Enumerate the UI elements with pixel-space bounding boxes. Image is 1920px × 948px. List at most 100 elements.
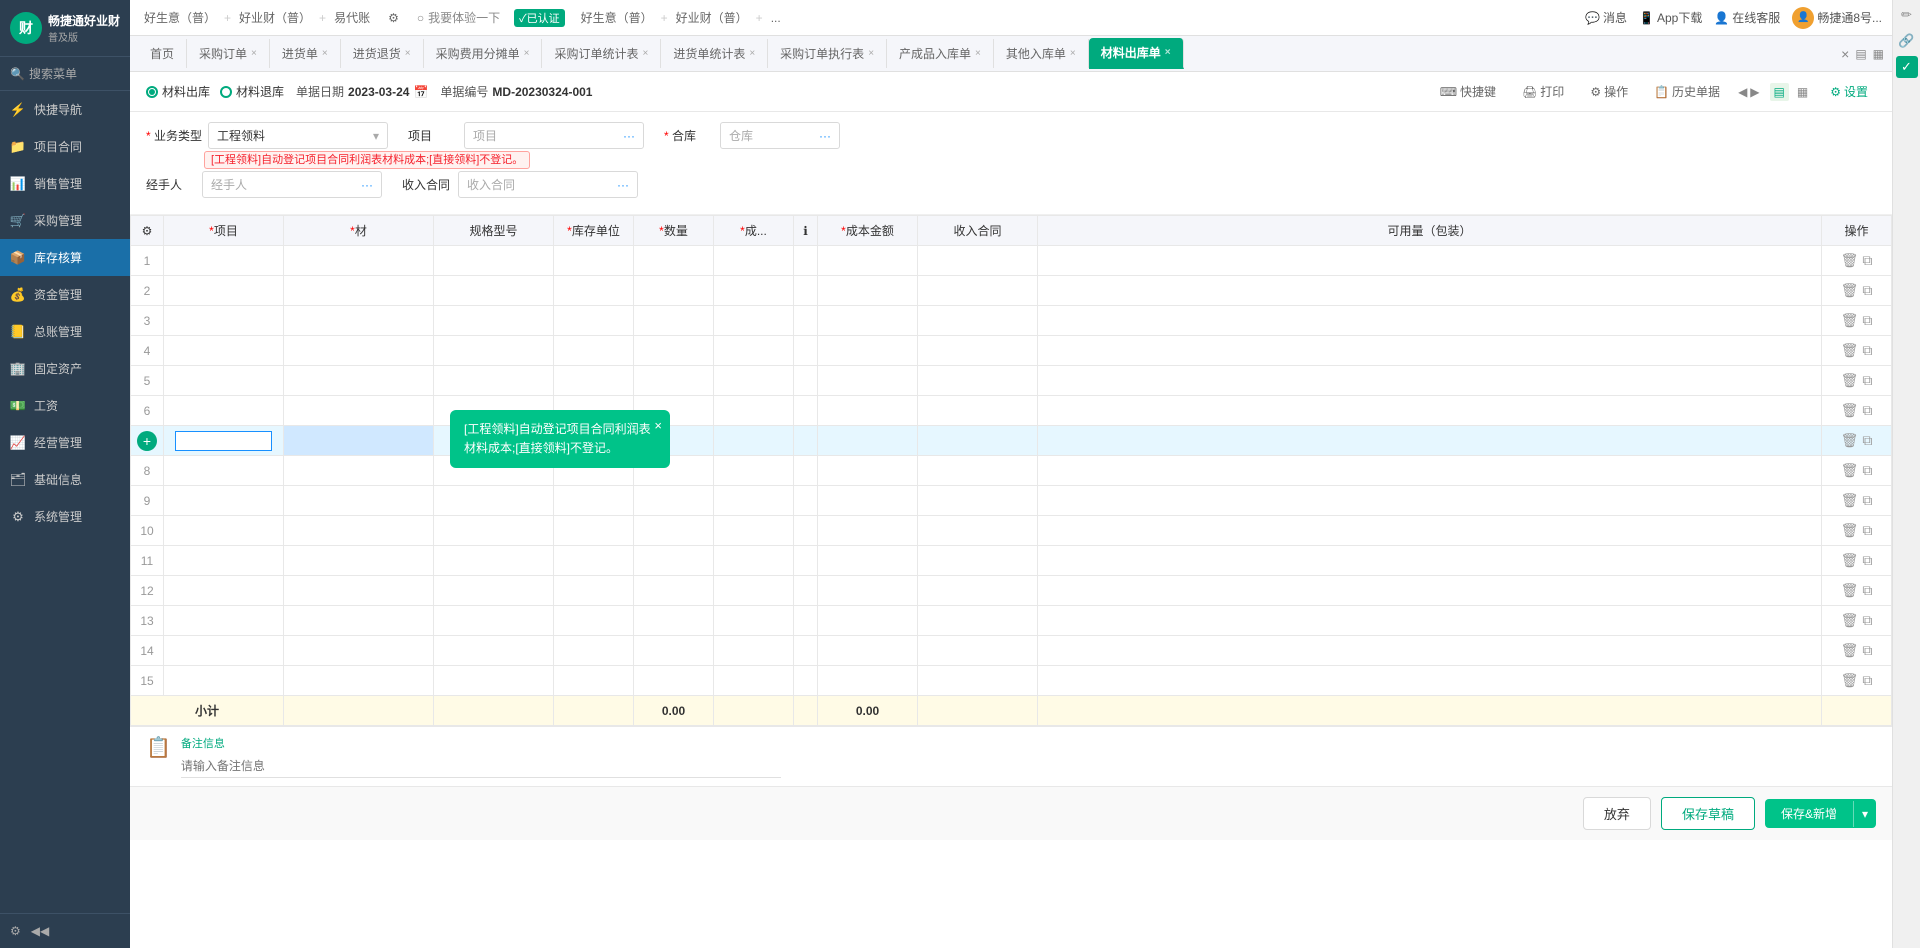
table-settings-icon[interactable]: ⚙	[142, 224, 153, 238]
layout1-btn[interactable]: ▤	[1770, 83, 1789, 101]
sidebar-item-finance[interactable]: 💰 资金管理	[0, 276, 130, 313]
delete-row-btn[interactable]: 🗑	[1841, 372, 1859, 389]
tab-layout1[interactable]: ▤	[1855, 47, 1866, 61]
delete-row-btn[interactable]: 🗑	[1841, 312, 1859, 329]
nav-prev-icon[interactable]: ◀	[1738, 85, 1747, 99]
tab-purchase-exec[interactable]: 采购订单执行表 ×	[768, 39, 887, 68]
project-select[interactable]: 项目 ···	[464, 122, 644, 149]
tab-material-out[interactable]: 材料出库单 ×	[1089, 38, 1184, 69]
nav-certified[interactable]: ✓已认证	[514, 9, 565, 27]
copy-row-btn[interactable]: ⧉	[1862, 462, 1872, 479]
copy-row-btn[interactable]: ⧉	[1862, 432, 1872, 449]
copy-row-btn[interactable]: ⧉	[1862, 252, 1872, 269]
delete-row-btn[interactable]: 🗑	[1841, 582, 1859, 599]
delete-row-btn[interactable]: 🗑	[1841, 342, 1859, 359]
tab-layout2[interactable]: ▦	[1873, 47, 1884, 61]
col-settings[interactable]: ⚙	[131, 216, 164, 246]
income-contract-dots[interactable]: ···	[617, 178, 629, 192]
tab-incoming-return[interactable]: 进货退货 ×	[341, 39, 424, 68]
delete-row-btn[interactable]: 🗑	[1841, 492, 1859, 509]
print-btn[interactable]: 🖨 打印	[1514, 80, 1572, 103]
delete-row-btn[interactable]: 🗑	[1841, 402, 1859, 419]
online-service-btn[interactable]: 👤 在线客服	[1714, 9, 1780, 26]
copy-row-btn[interactable]: ⧉	[1862, 582, 1872, 599]
business-type-select[interactable]: 工程领料 ▾	[208, 122, 388, 149]
tab-home[interactable]: 首页	[138, 39, 187, 68]
right-tool-link[interactable]: 🔗	[1896, 30, 1918, 52]
tab-close-purchase-cost[interactable]: ×	[524, 48, 530, 59]
sidebar-item-accounting[interactable]: 📒 总账管理	[0, 313, 130, 350]
settings-icon[interactable]: ⚙	[10, 924, 21, 938]
tab-close-purchase-stat[interactable]: ×	[642, 48, 648, 59]
copy-row-btn[interactable]: ⧉	[1862, 312, 1872, 329]
copy-row-btn[interactable]: ⧉	[1862, 672, 1872, 689]
radio-return[interactable]: 材料退库	[220, 83, 284, 100]
tab-close-incoming-stat[interactable]: ×	[749, 48, 755, 59]
tab-close-other-in[interactable]: ×	[1070, 48, 1076, 59]
copy-row-btn[interactable]: ⧉	[1862, 372, 1872, 389]
app-download-btn[interactable]: 📱 App下载	[1639, 9, 1702, 26]
sidebar-item-payroll[interactable]: 💵 工资	[0, 387, 130, 424]
save-new-main-btn[interactable]: 保存&新增	[1765, 799, 1853, 828]
tab-product-stock[interactable]: 产成品入库单 ×	[887, 39, 994, 68]
nav-experience[interactable]: ○ 我要体验一下	[417, 9, 500, 26]
right-tool-active[interactable]: ✓	[1896, 56, 1918, 78]
tab-close-purchase-exec[interactable]: ×	[868, 48, 874, 59]
settings-btn[interactable]: ⚙ 设置	[1822, 80, 1876, 103]
tab-close-incoming[interactable]: ×	[322, 48, 328, 59]
nav-haoyecai[interactable]: 好业财（普）	[235, 9, 315, 26]
sidebar-item-system[interactable]: ⚙ 系统管理	[0, 498, 130, 535]
calendar-icon[interactable]: 📅	[413, 85, 428, 99]
tab-purchase[interactable]: 采购订单 ×	[187, 39, 270, 68]
copy-row-btn[interactable]: ⧉	[1862, 282, 1872, 299]
search-menu-item[interactable]: 🔍 搜索菜单	[0, 57, 130, 91]
tab-purchase-cost[interactable]: 采购费用分摊单 ×	[424, 39, 543, 68]
nav-next-icon[interactable]: ▶	[1750, 85, 1759, 99]
copy-row-btn[interactable]: ⧉	[1862, 612, 1872, 629]
delete-row-btn[interactable]: 🗑	[1841, 672, 1859, 689]
handler-select[interactable]: 经手人 ···	[202, 171, 382, 198]
nav-haoshengyi2[interactable]: 好生意（普）	[577, 9, 657, 26]
copy-row-btn[interactable]: ⧉	[1862, 642, 1872, 659]
sidebar-item-project[interactable]: 📁 项目合同	[0, 128, 130, 165]
tooltip-close-btn[interactable]: ×	[654, 416, 662, 437]
tab-close-purchase[interactable]: ×	[251, 48, 257, 59]
sidebar-item-sales[interactable]: 📊 销售管理	[0, 165, 130, 202]
quick-key-btn[interactable]: ⌨ 快捷键	[1432, 80, 1504, 103]
delete-row-btn[interactable]: 🗑	[1841, 462, 1859, 479]
sidebar-item-quicknav[interactable]: ⚡ 快捷导航	[0, 91, 130, 128]
add-row-btn[interactable]: +	[137, 431, 157, 451]
delete-row-btn[interactable]: 🗑	[1841, 432, 1859, 449]
history-btn[interactable]: 📋 历史单据	[1646, 80, 1728, 103]
nav-haoyecai2[interactable]: 好业财（普）	[672, 9, 752, 26]
message-btn[interactable]: 💬 消息	[1585, 9, 1627, 26]
delete-row-btn[interactable]: 🗑	[1841, 552, 1859, 569]
copy-row-btn[interactable]: ⧉	[1862, 552, 1872, 569]
nav-yidaipei[interactable]: 易代账	[330, 9, 374, 26]
right-tool-edit[interactable]: ✏	[1896, 4, 1918, 26]
sidebar-item-purchase[interactable]: 🛒 采购管理	[0, 202, 130, 239]
notes-input[interactable]	[181, 755, 781, 778]
delete-row-btn[interactable]: 🗑	[1841, 642, 1859, 659]
tab-close-product-stock[interactable]: ×	[975, 48, 981, 59]
sidebar-item-operations[interactable]: 📈 经营管理	[0, 424, 130, 461]
delete-row-btn[interactable]: 🗑	[1841, 282, 1859, 299]
copy-row-btn[interactable]: ⧉	[1862, 342, 1872, 359]
nav-more[interactable]: ...	[767, 11, 785, 25]
tab-incoming[interactable]: 进货单 ×	[270, 39, 341, 68]
save-draft-btn[interactable]: 保存草稿	[1661, 797, 1755, 830]
discard-btn[interactable]: 放弃	[1583, 797, 1651, 830]
collapse-icon[interactable]: ◀◀	[31, 924, 49, 938]
tab-purchase-stat[interactable]: 采购订单统计表 ×	[542, 39, 661, 68]
tab-close-material-out[interactable]: ×	[1165, 47, 1171, 58]
tab-close-incoming-return[interactable]: ×	[405, 48, 411, 59]
tab-incoming-stat[interactable]: 进货单统计表 ×	[661, 39, 768, 68]
copy-row-btn[interactable]: ⧉	[1862, 492, 1872, 509]
warehouse-select[interactable]: 仓库 ···	[720, 122, 840, 149]
delete-row-btn[interactable]: 🗑	[1841, 522, 1859, 539]
warehouse-dots[interactable]: ···	[819, 129, 831, 143]
tab-close-all[interactable]: ×	[1841, 46, 1849, 62]
layout2-btn[interactable]: ▦	[1793, 83, 1812, 101]
delete-row-btn[interactable]: 🗑	[1841, 252, 1859, 269]
radio-out[interactable]: 材料出库	[146, 83, 210, 100]
